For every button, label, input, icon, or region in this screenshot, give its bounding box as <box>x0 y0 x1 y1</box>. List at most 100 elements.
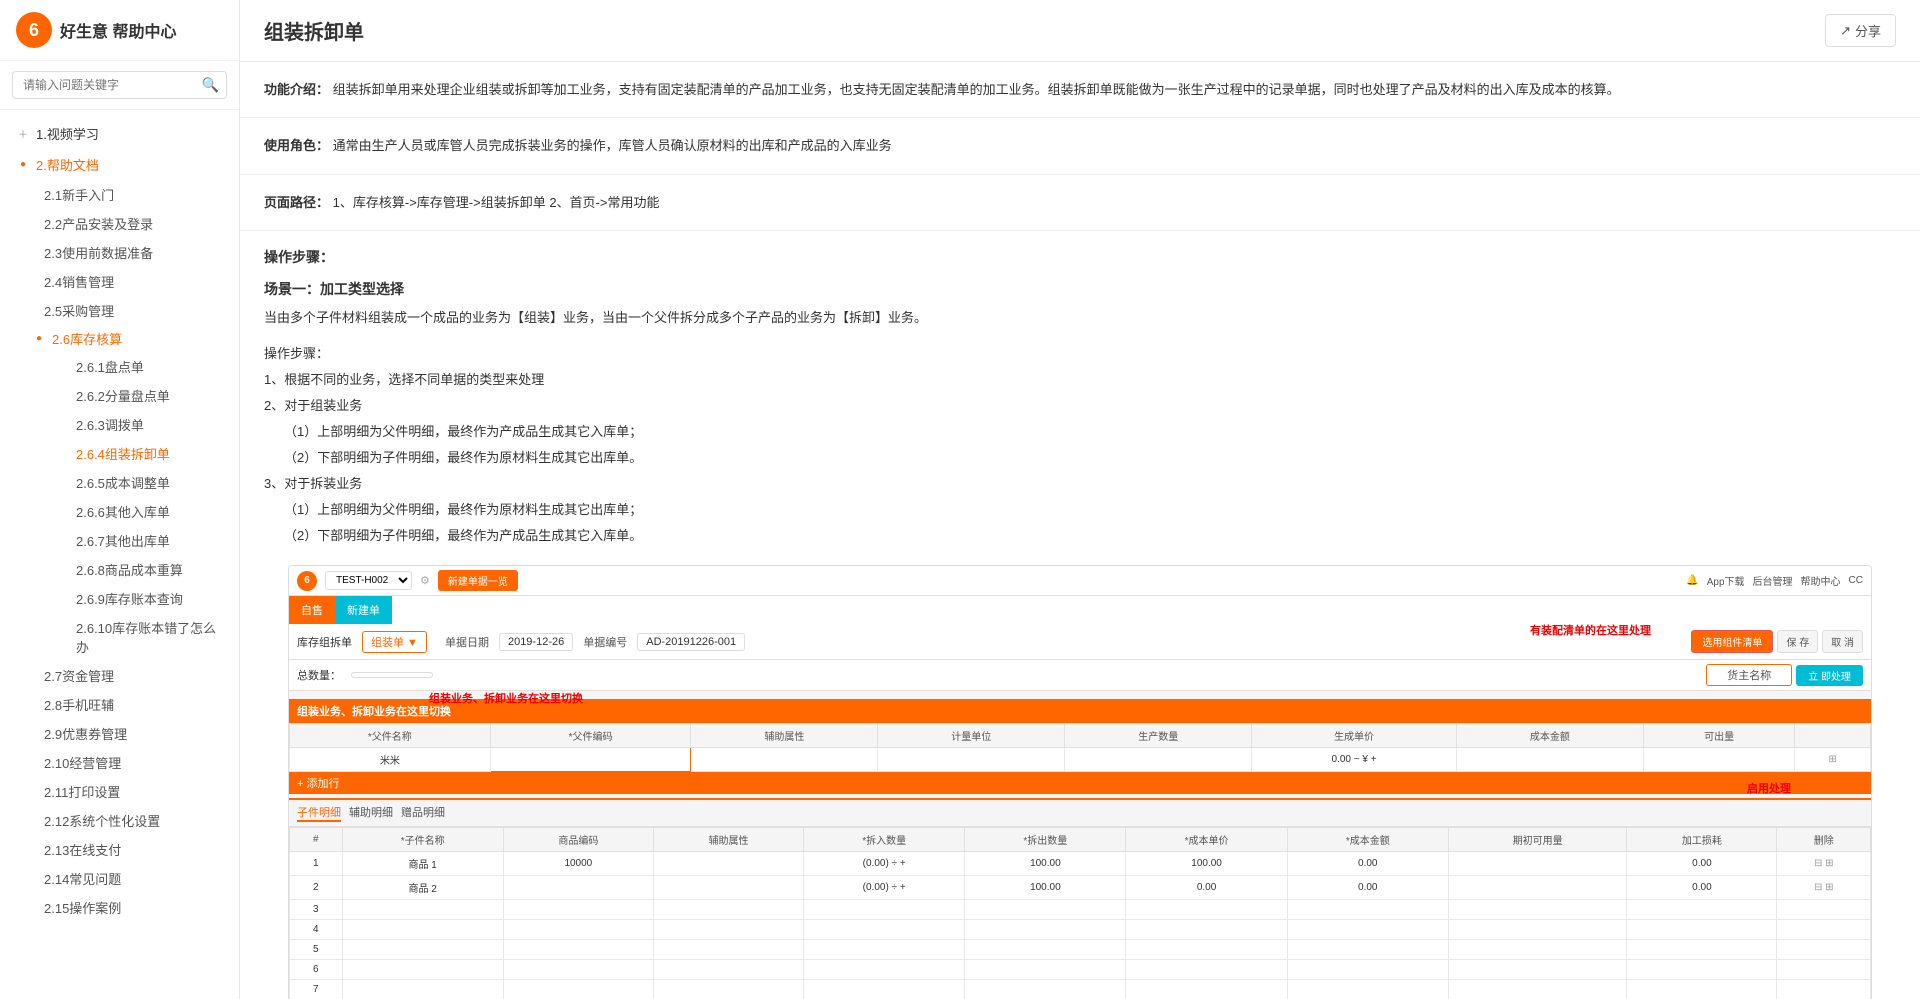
annotation-enable: 启用处理 <box>1747 780 1791 796</box>
mock-tab-new[interactable]: 新建单 <box>335 596 392 624</box>
sidebar-item-video[interactable]: ＋ 1.视频学习 <box>0 118 239 149</box>
mock-admin-label: 后台管理 <box>1753 573 1793 588</box>
main-header: 组装拆卸单 ↗ 分享 <box>240 0 1920 62</box>
upper-cell-aux <box>691 748 878 772</box>
upper-th-5: 生产数量 <box>1065 724 1252 748</box>
lower-th-8: 期初可用量 <box>1448 828 1626 852</box>
mock-qty-val <box>351 672 433 678</box>
mock-org-select[interactable]: TEST-H002 <box>325 571 412 590</box>
sidebar-item-install[interactable]: 2.2产品安装及登录 <box>32 209 239 238</box>
logo-area: 6 好生意 帮助中心 <box>0 0 239 61</box>
main-area: 组装拆卸单 ↗ 分享 功能介绍： 组装拆卸单用来处理企业组装或拆卸等加工业务，支… <box>240 0 1920 999</box>
sidebar-item-stocktake[interactable]: 2.6.1盘点单 <box>64 352 239 381</box>
role-section: 使用角色： 通常由生产人员或库管人员完成拆装业务的操作，库管人员确认原材料的出库… <box>240 118 1920 174</box>
step3-2: （2）下部明细为子件明细，最终作为产成品生成其它入库单。 <box>264 523 1896 549</box>
sidebar-item-mobile[interactable]: 2.8手机旺辅 <box>32 690 239 719</box>
sidebar-item-payment[interactable]: 2.13在线支付 <box>32 835 239 864</box>
sidebar-item-ledgererr[interactable]: 2.6.10库存账本错了怎么办 <box>64 613 239 661</box>
sidebar-item-assembly[interactable]: 2.6.4组装拆卸单 <box>64 439 239 468</box>
upper-th-1: *父件名称 <box>290 724 491 748</box>
annotation-type: 组装业务、拆卸业务在这里切换 <box>429 690 583 706</box>
sidebar-item-personalize[interactable]: 2.12系统个性化设置 <box>32 806 239 835</box>
mock-avatar: CC <box>1849 575 1863 586</box>
upper-th-2: *父件编码 <box>490 724 691 748</box>
sidebar-item-voucher[interactable]: 2.9优惠券管理 <box>32 719 239 748</box>
mock-save-btn[interactable]: 保 存 <box>1777 630 1818 653</box>
mock-enable-input: 货主名称 <box>1706 664 1792 686</box>
inventory-sub-items: 2.6.1盘点单 2.6.2分量盘点单 2.6.3调拨单 2.6.4组装拆卸单 … <box>32 352 239 661</box>
sidebar-label-docs: 2.帮助文档 <box>36 155 99 174</box>
sidebar-item-inventory[interactable]: ● 2.6库存核算 <box>32 325 239 352</box>
search-area: 🔍 <box>0 61 239 110</box>
sidebar-item-ledger[interactable]: 2.6.9库存账本查询 <box>64 584 239 613</box>
mock-logo: 6 <box>297 571 317 591</box>
sidebar-item-sales[interactable]: 2.4销售管理 <box>32 267 239 296</box>
sidebar-item-faq[interactable]: 2.14常见问题 <box>32 864 239 893</box>
sidebar-item-docs[interactable]: ● 2.帮助文档 <box>0 149 239 180</box>
mock-lower-tab-active: 子件明细 <box>297 804 341 822</box>
sidebar-label-inventory: 2.6库存核算 <box>52 329 122 348</box>
lower-th-5: *拆出数量 <box>965 828 1126 852</box>
search-input[interactable] <box>12 71 227 99</box>
lower-row-6: 6 <box>290 960 1871 980</box>
mock-upper-table: *父件名称 *父件编码 辅助属性 计量单位 生产数量 生成单价 成本金额 可出量 <box>289 723 1871 772</box>
sidebar-item-data[interactable]: 2.3使用前数据准备 <box>32 238 239 267</box>
lower-row-7: 7 <box>290 980 1871 999</box>
upper-cell-price: 0.00 ~ ¥ + <box>1252 748 1457 772</box>
mock-tabs-area: 自售 新建单 <box>289 596 1871 624</box>
mock-spacer: ⚙ <box>420 574 430 587</box>
screenshot-container: 6 TEST-H002 ⚙ 新建单据一览 🔔 App下载 后台管理 帮助中心 C… <box>288 565 1872 999</box>
mock-doctype-toggle[interactable]: 组装单 ▼ <box>362 631 427 653</box>
mock-doctype-label: 库存组拆单 <box>297 634 352 650</box>
mock-enable-area: 货主名称 立 即处理 <box>1706 664 1863 686</box>
lower-row-2: 2 商品 2 (0.00) ÷ + 100.00 0.00 0.00 <box>290 876 1871 900</box>
upper-cell-qty <box>1065 748 1252 772</box>
sidebar-item-splitstocktake[interactable]: 2.6.2分量盘点单 <box>64 381 239 410</box>
mock-action-btns: 选用组件清单 保 存 取 消 <box>1691 630 1863 653</box>
sidebar-item-purchase[interactable]: 2.5采购管理 <box>32 296 239 325</box>
sidebar-item-goodscost[interactable]: 2.6.8商品成本重算 <box>64 555 239 584</box>
sidebar-item-print[interactable]: 2.11打印设置 <box>32 777 239 806</box>
scene-desc: 当由多个子件材料组装成一个成品的业务为【组装】业务，当由一个父件拆分成多个子产品… <box>264 305 1896 331</box>
lower-th-7: *成本金额 <box>1287 828 1448 852</box>
sidebar-item-newbie[interactable]: 2.1新手入门 <box>32 180 239 209</box>
mock-ui: 6 TEST-H002 ⚙ 新建单据一览 🔔 App下载 后台管理 帮助中心 C… <box>289 566 1871 999</box>
upper-row-1: 米米 0.00 ~ ¥ + ⊞ <box>290 748 1871 772</box>
path-section: 页面路径： 1、库存核算->库存管理->组装拆卸单 2、首页->常用功能 <box>240 175 1920 231</box>
expand-icon-inventory: ● <box>32 332 46 346</box>
mock-lower-table-container: # *子件名称 商品编码 辅助属性 *拆入数量 *拆出数量 *成本单价 *成本金… <box>289 827 1871 999</box>
expand-icon-video: ＋ <box>16 127 30 141</box>
page-title: 组装拆卸单 <box>264 16 364 45</box>
mock-help-label: 帮助中心 <box>1801 573 1841 588</box>
mock-enable-btn[interactable]: 立 即处理 <box>1796 665 1863 686</box>
mock-date-label: 单据日期 <box>445 634 489 650</box>
mock-add-row-area: + 添加行 <box>289 772 1871 794</box>
mock-new-btn[interactable]: 新建单据一览 <box>438 570 518 591</box>
content-area: 功能介绍： 组装拆卸单用来处理企业组装或拆卸等加工业务，支持有固定装配清单的产品… <box>240 62 1920 999</box>
sidebar-item-otherinstock[interactable]: 2.6.6其他入库单 <box>64 497 239 526</box>
sidebar-item-cases[interactable]: 2.15操作案例 <box>32 893 239 922</box>
mock-confirm-btn[interactable]: 选用组件清单 <box>1691 630 1773 653</box>
mock-tab-my[interactable]: 自售 <box>289 596 335 624</box>
share-button[interactable]: ↗ 分享 <box>1825 14 1896 47</box>
upper-th-4: 计量单位 <box>878 724 1065 748</box>
upper-th-7: 成本金额 <box>1456 724 1643 748</box>
sidebar-item-funds[interactable]: 2.7资金管理 <box>32 661 239 690</box>
sidebar-item-adjust[interactable]: 2.6.3调拨单 <box>64 410 239 439</box>
mock-subfields: 总数量： 组装业务、拆卸业务在这里切换 货主名称 立 即处理 <box>289 660 1871 691</box>
share-icon: ↗ <box>1840 23 1851 39</box>
ops-section: 操作步骤： 场景一：加工类型选择 当由多个子件材料组装成一个成品的业务为【组装】… <box>240 231 1920 999</box>
lower-th-4: *拆入数量 <box>804 828 965 852</box>
mock-upper-table-container: *父件名称 *父件编码 辅助属性 计量单位 生产数量 生成单价 成本金额 可出量 <box>289 723 1871 772</box>
sidebar-nav: ＋ 1.视频学习 ● 2.帮助文档 2.1新手入门 2.2产品安装及登录 2.3… <box>0 110 239 999</box>
mock-docno-val: AD-20191226-001 <box>637 633 745 651</box>
sidebar-item-costadj[interactable]: 2.6.5成本调整单 <box>64 468 239 497</box>
upper-cell-unit <box>878 748 1065 772</box>
sidebar-item-ops[interactable]: 2.10经营管理 <box>32 748 239 777</box>
lower-th-seq: # <box>290 828 343 852</box>
mock-add-row-btn[interactable]: + 添加行 <box>297 775 339 791</box>
sidebar-item-otheroutstock[interactable]: 2.6.7其他出库单 <box>64 526 239 555</box>
mock-lower-header: 子件明细 辅助明细 赠品明细 启用处理 <box>289 798 1871 827</box>
mock-cancel-btn[interactable]: 取 消 <box>1822 630 1863 653</box>
mock-form-area: 库存组拆单 组装单 ▼ 单据日期 2019-12-26 单据编号 AD-2019… <box>289 624 1871 660</box>
